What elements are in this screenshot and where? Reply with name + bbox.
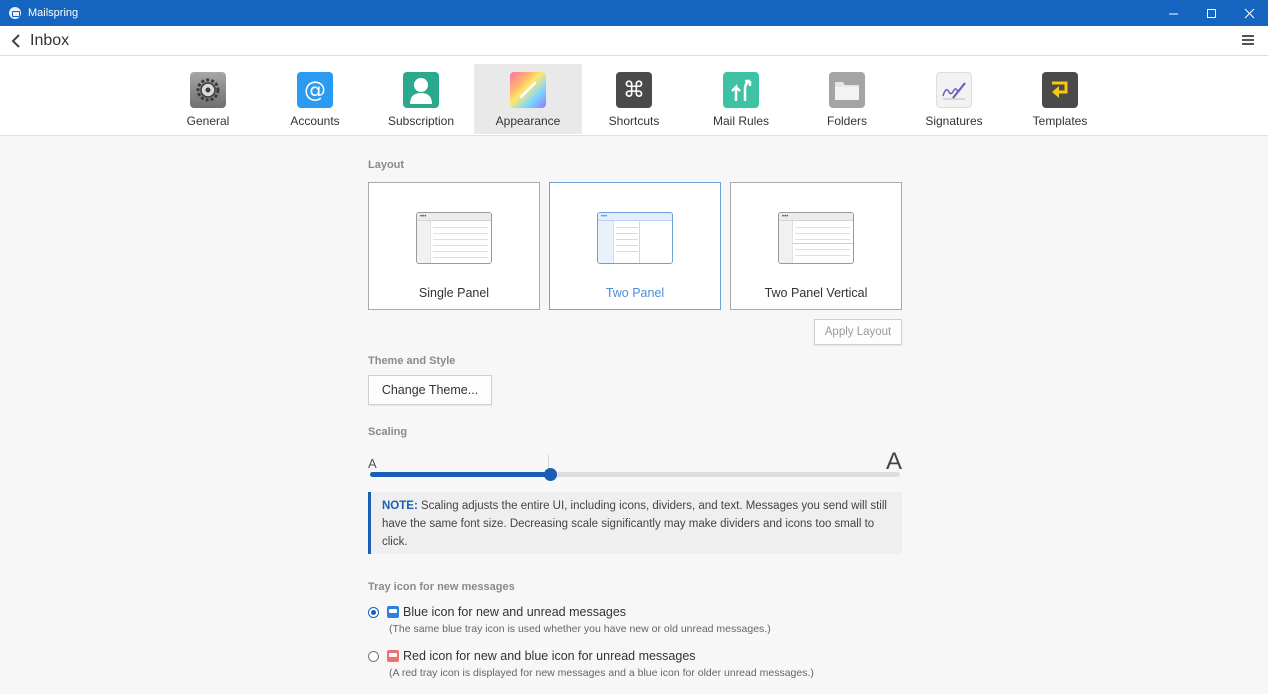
tab-accounts[interactable]: @ Accounts bbox=[261, 64, 369, 134]
scale-min-label: A bbox=[368, 456, 377, 471]
layout-option-label: Two Panel Vertical bbox=[764, 286, 868, 300]
minimize-button[interactable] bbox=[1154, 0, 1192, 26]
tab-label: Appearance bbox=[495, 114, 561, 128]
window-titlebar: Mailspring bbox=[0, 0, 1268, 26]
tab-subscription[interactable]: Subscription bbox=[367, 64, 475, 134]
layout-option-two-panel[interactable]: ••• Two Panel bbox=[549, 182, 721, 310]
tab-label: Signatures bbox=[925, 114, 983, 128]
preferences-tabs: General @ Accounts Subscription Appearan… bbox=[0, 56, 1268, 136]
theme-heading: Theme and Style bbox=[368, 355, 456, 367]
slider-track[interactable] bbox=[370, 455, 900, 481]
tab-folders[interactable]: Folders bbox=[793, 64, 901, 134]
signature-icon bbox=[936, 72, 972, 108]
tab-label: General bbox=[186, 114, 230, 128]
note-label: NOTE: bbox=[382, 500, 418, 512]
maximize-button[interactable] bbox=[1192, 0, 1230, 26]
change-theme-button[interactable]: Change Theme... bbox=[368, 375, 492, 405]
back-label: Inbox bbox=[30, 31, 70, 49]
tray-option-blue[interactable]: Blue icon for new and unread messages bbox=[368, 605, 626, 619]
layout-option-label: Two Panel bbox=[605, 286, 665, 300]
red-tray-icon bbox=[387, 650, 399, 662]
blue-tray-icon bbox=[387, 606, 399, 618]
layout-option-two-panel-vertical[interactable]: ••• Two Panel Vertical bbox=[730, 182, 902, 310]
tab-label: Templates bbox=[1032, 114, 1088, 128]
tray-option-label: Red icon for new and blue icon for unrea… bbox=[403, 649, 696, 663]
tab-label: Accounts bbox=[290, 114, 340, 128]
window-controls bbox=[1154, 0, 1268, 26]
folder-icon bbox=[829, 72, 865, 108]
layout-option-single-panel[interactable]: ••• Single Panel bbox=[368, 182, 540, 310]
minimize-icon bbox=[1168, 13, 1178, 14]
scaling-heading: Scaling bbox=[368, 426, 408, 438]
back-button[interactable]: Inbox bbox=[10, 32, 69, 50]
tray-option-description: (A red tray icon is displayed for new me… bbox=[389, 667, 814, 679]
tray-option-red[interactable]: Red icon for new and blue icon for unrea… bbox=[368, 649, 696, 663]
close-icon bbox=[1244, 8, 1254, 18]
layout-option-label: Single Panel bbox=[418, 286, 490, 300]
scaling-note: NOTE: Scaling adjusts the entire UI, inc… bbox=[368, 492, 902, 554]
note-text: Scaling adjusts the entire UI, including… bbox=[382, 500, 887, 548]
chevron-left-icon bbox=[11, 33, 20, 48]
tray-option-label: Blue icon for new and unread messages bbox=[403, 605, 627, 619]
tab-templates[interactable]: Templates bbox=[1006, 64, 1114, 134]
window-title: Mailspring bbox=[28, 7, 79, 19]
apply-layout-button[interactable]: Apply Layout bbox=[814, 319, 902, 345]
tray-option-description: (The same blue tray icon is used whether… bbox=[389, 623, 771, 635]
close-button[interactable] bbox=[1230, 0, 1268, 26]
tab-general[interactable]: General bbox=[154, 64, 262, 134]
single-panel-preview: ••• bbox=[416, 212, 492, 264]
palette-icon bbox=[510, 72, 546, 108]
tray-heading: Tray icon for new messages bbox=[368, 581, 515, 593]
template-icon bbox=[1042, 72, 1078, 108]
radio-button[interactable] bbox=[368, 606, 379, 618]
tab-mail-rules[interactable]: Mail Rules bbox=[687, 64, 795, 134]
toolbar: Inbox bbox=[0, 26, 1268, 56]
slider-thumb[interactable] bbox=[544, 468, 557, 481]
tab-appearance[interactable]: Appearance bbox=[474, 64, 582, 134]
mailspring-logo-icon bbox=[9, 7, 21, 19]
slider-fill bbox=[370, 472, 550, 477]
arrows-icon bbox=[723, 72, 759, 108]
scaling-slider[interactable]: A A bbox=[368, 448, 902, 488]
hamburger-menu-icon[interactable] bbox=[1242, 35, 1254, 45]
at-sign-icon: @ bbox=[297, 72, 333, 108]
radio-button[interactable] bbox=[368, 650, 379, 662]
two-panel-preview: ••• bbox=[597, 212, 673, 264]
tab-label: Mail Rules bbox=[712, 114, 769, 128]
layout-heading: Layout bbox=[368, 159, 405, 171]
person-icon bbox=[403, 72, 439, 108]
two-panel-vertical-preview: ••• bbox=[778, 212, 854, 264]
tab-label: Subscription bbox=[387, 114, 455, 128]
tab-label: Folders bbox=[826, 114, 867, 128]
maximize-icon bbox=[1206, 8, 1216, 18]
tab-shortcuts[interactable]: ⌘ Shortcuts bbox=[580, 64, 688, 134]
command-key-icon: ⌘ bbox=[616, 72, 652, 108]
gear-icon bbox=[190, 72, 226, 108]
tab-signatures[interactable]: Signatures bbox=[900, 64, 1008, 134]
tab-label: Shortcuts bbox=[608, 114, 660, 128]
